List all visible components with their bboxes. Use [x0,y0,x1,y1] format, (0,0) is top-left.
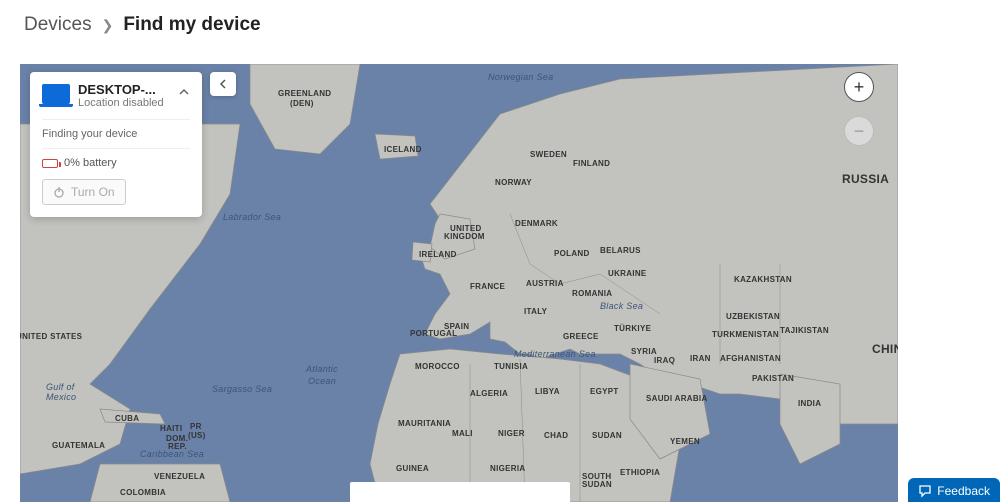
battery-text: 0% battery [64,157,117,169]
map-canvas[interactable]: GREENLAND(DEN)Norwegian SeaICELANDSWEDEN… [20,64,898,502]
device-name: DESKTOP-... [78,82,170,97]
finding-status: Finding your device [42,119,190,149]
breadcrumb-root[interactable]: Devices [24,14,92,36]
chevron-up-icon[interactable] [178,86,190,101]
breadcrumb-current: Find my device [123,14,260,36]
chat-icon [918,484,932,498]
map-attribution-bar [350,482,570,502]
device-card: DESKTOP-... Location disabled Finding yo… [30,72,202,217]
chevron-right-icon: ❯ [102,17,114,34]
zoom-in-button[interactable]: + [844,72,874,102]
zoom-controls: + − [844,72,874,146]
laptop-icon [42,84,70,104]
battery-low-icon [42,159,58,168]
feedback-button[interactable]: Feedback [908,478,1000,502]
collapse-panel-button[interactable] [210,72,236,96]
turn-on-button[interactable]: Turn On [42,179,126,205]
device-location-status: Location disabled [78,97,170,109]
power-icon [53,186,65,198]
chevron-left-icon [218,79,228,89]
zoom-out-button[interactable]: − [844,116,874,146]
breadcrumb: Devices ❯ Find my device [0,0,1000,54]
